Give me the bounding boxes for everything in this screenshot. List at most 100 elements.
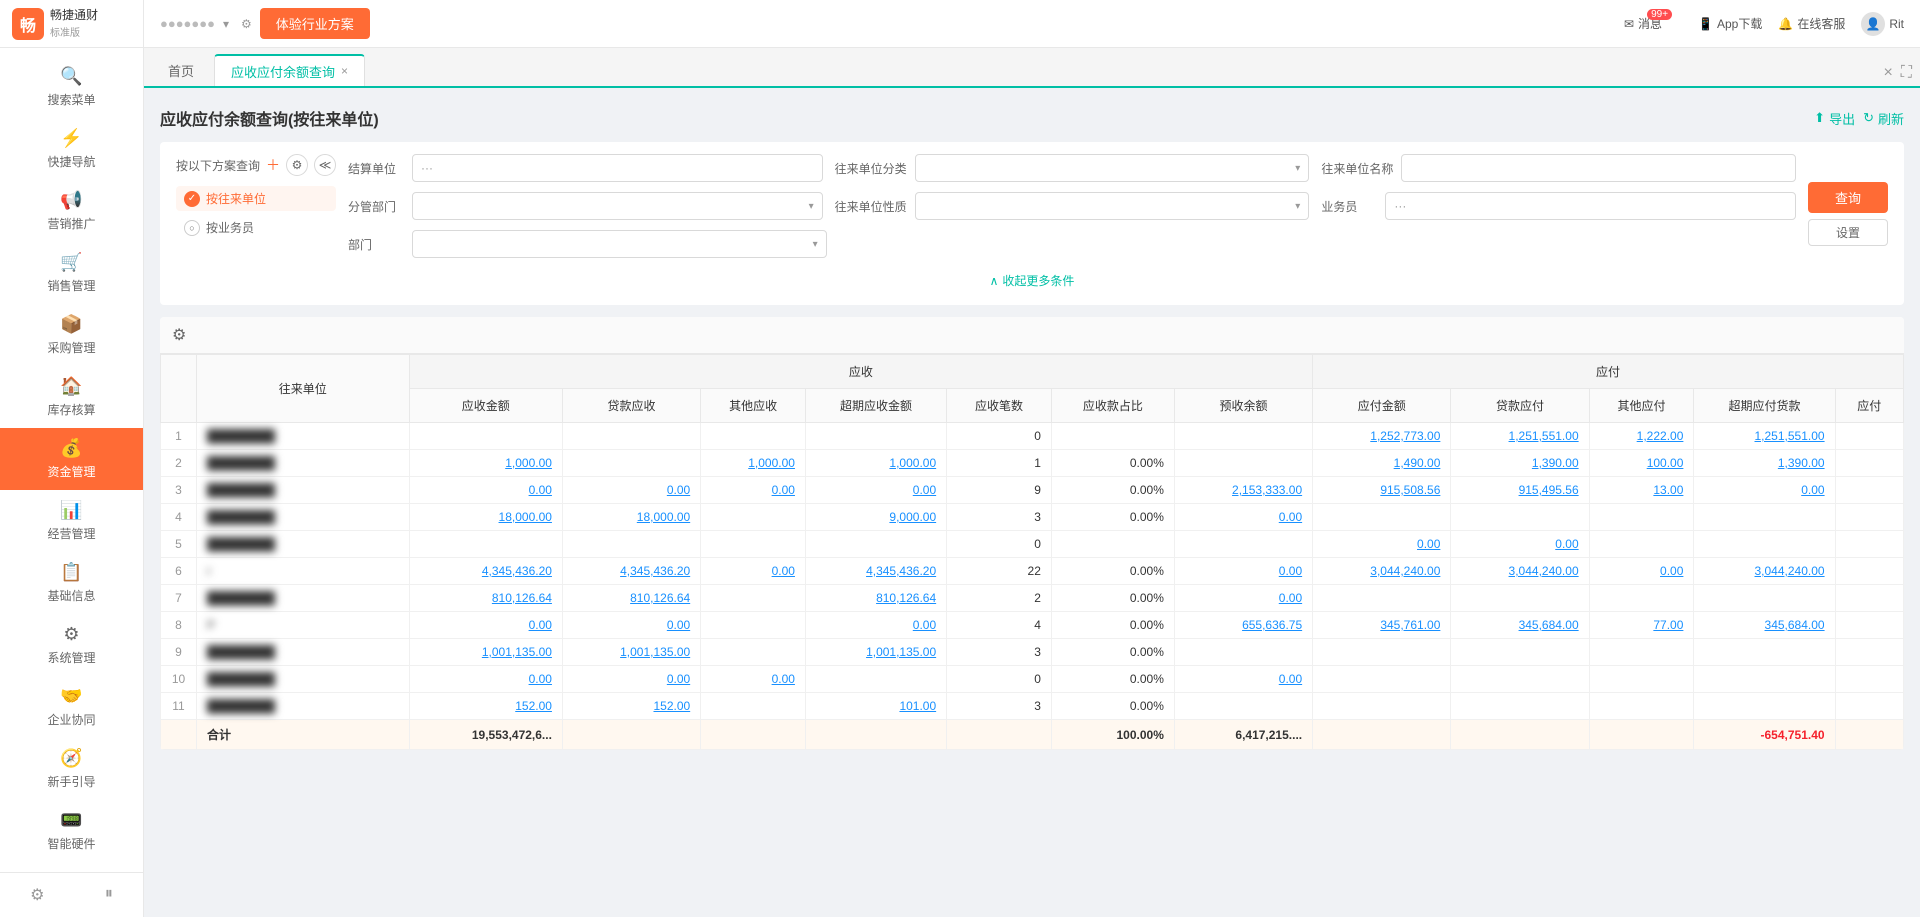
app-download-button[interactable]: 📱 App下载 (1698, 15, 1762, 32)
sidebar-item-system[interactable]: ⚙ 系统管理 (0, 614, 143, 676)
message-icon: ✉ (1624, 17, 1634, 31)
cell-yf_last (1835, 477, 1903, 504)
filter-tab-chevron-icon[interactable]: ≪ (314, 154, 336, 176)
dropdown-icon[interactable]: ▾ (223, 17, 229, 31)
unit-category-input[interactable]: ▾ (915, 154, 1310, 182)
cell-qt_yf: 1,222.00 (1589, 423, 1694, 450)
search-icon: 🔍 (60, 66, 82, 87)
table-row: 10████████0.000.000.0000.00%0.00 (161, 666, 1904, 693)
table-settings-icon[interactable]: ⚙ (172, 325, 186, 345)
cell-row-num: 3 (161, 477, 197, 504)
cell-dk_yf: 1,390.00 (1451, 450, 1589, 477)
enterprise-icon: 🤝 (60, 686, 82, 707)
th-ys-zb: 应收款占比 (1051, 389, 1174, 423)
unit-nature-input[interactable]: ▾ (915, 192, 1310, 220)
operations-icon: 📊 (60, 500, 82, 521)
salesperson-input[interactable] (1385, 192, 1796, 220)
set-button[interactable]: 设置 (1808, 219, 1888, 246)
cell-cq_yf (1694, 666, 1835, 693)
unit-nature-label: 往来单位性质 (835, 198, 907, 215)
sidebar-item-hardware[interactable]: 📟 智能硬件 (0, 800, 143, 862)
cell-yf_last (1835, 585, 1903, 612)
collapse-button[interactable]: ∧ 收起更多条件 (176, 268, 1888, 293)
sidebar-menu: 🔍 搜索菜单 ⚡ 快捷导航 📢 营销推广 🛒 销售管理 📦 采购管理 🏠 库存核… (0, 48, 143, 872)
cell-yf_je: 1,490.00 (1313, 450, 1451, 477)
sidebar-item-sales[interactable]: 🛒 销售管理 (0, 242, 143, 304)
sidebar-item-quicknav[interactable]: ⚡ 快捷导航 (0, 118, 143, 180)
add-filter-icon[interactable]: ＋ (266, 155, 280, 175)
cell-cq_yf (1694, 531, 1835, 558)
cell-qt_yf: 77.00 (1589, 612, 1694, 639)
unit-name-input[interactable] (1401, 154, 1796, 182)
footer-cq (805, 720, 946, 750)
page-header: 应收应付余额查询(按往来单位) ⬆ 导出 ↻ 刷新 (160, 106, 1904, 130)
table-wrapper[interactable]: 往来单位 应收 应付 应收金额 贷款应收 其他应收 超期应收金额 应收笔数 应收… (160, 354, 1904, 750)
cell-cq_yf (1694, 504, 1835, 531)
unit-name-label: 往来单位名称 (1321, 160, 1393, 177)
footer-qt (701, 720, 806, 750)
settings-bottom-icon[interactable]: ⚙ (30, 885, 44, 905)
cell-row-num: 11 (161, 693, 197, 720)
sidebar-item-basic[interactable]: 📋 基础信息 (0, 552, 143, 614)
header-actions: ⬆ 导出 ↻ 刷新 (1814, 109, 1904, 128)
cell-cq_ys: 4,345,436.20 (805, 558, 946, 585)
filter-tab-settings-icon[interactable]: ⚙ (286, 154, 308, 176)
cell-dk_yf (1451, 639, 1589, 666)
guide-icon: 🧭 (60, 748, 82, 769)
sidebar-label-guide: 新手引导 (47, 773, 95, 790)
cell-ysy_ye (1174, 423, 1312, 450)
export-button[interactable]: ⬆ 导出 (1814, 109, 1855, 128)
cell-yf_je: 3,044,240.00 (1313, 558, 1451, 585)
sidebar-item-inventory[interactable]: 🏠 库存核算 (0, 366, 143, 428)
cell-ysk_je: 4,345,436.20 (409, 558, 562, 585)
settings-icon[interactable]: ⚙ (241, 17, 252, 31)
sidebar-item-marketing[interactable]: 📢 营销推广 (0, 180, 143, 242)
sidebar-item-guide[interactable]: 🧭 新手引导 (0, 738, 143, 800)
footer-qt-yf (1589, 720, 1694, 750)
sidebar-item-enterprise[interactable]: 🤝 企业协同 (0, 676, 143, 738)
cell-ysk_je: 0.00 (409, 666, 562, 693)
table-row: 9████████1,001,135.001,001,135.001,001,1… (161, 639, 1904, 666)
filter-option-by-partner[interactable]: ✓ 按往来单位 (176, 186, 336, 211)
dept-input[interactable]: ▾ (412, 230, 827, 258)
trial-button[interactable]: 体验行业方案 (260, 8, 370, 39)
cell-dk_ys: 152.00 (562, 693, 700, 720)
tab-receivable-label: 应收应付余额查询 (231, 62, 335, 81)
fenge-dept-input[interactable]: ▾ (412, 192, 823, 220)
cell-ysy_ye: 2,153,333.00 (1174, 477, 1312, 504)
cell-yf_last (1835, 450, 1903, 477)
tab-fullscreen-icon[interactable]: ⛶ (1901, 64, 1912, 82)
table-row: 2████████1,000.001,000.001,000.0010.00%1… (161, 450, 1904, 477)
capital-icon: 💰 (60, 438, 82, 459)
sidebar-item-wechat[interactable]: 💬 企业微信 (0, 862, 143, 872)
cell-dk_ys: 0.00 (562, 477, 700, 504)
sidebar-item-capital[interactable]: 💰 资金管理 (0, 428, 143, 490)
user-button[interactable]: 👤 Rit (1861, 12, 1904, 36)
tab-close-all-icon[interactable]: × (1883, 64, 1892, 82)
cell-ys_bs: 4 (947, 612, 1052, 639)
cell-qt_yf (1589, 504, 1694, 531)
sidebar-item-search[interactable]: 🔍 搜索菜单 (0, 56, 143, 118)
table-toolbar: ⚙ (160, 317, 1904, 354)
cell-yf_last (1835, 504, 1903, 531)
table-row: 1████████01,252,773.001,251,551.001,222.… (161, 423, 1904, 450)
chevron-down-icon-4: ▾ (813, 239, 818, 250)
cell-dk_yf: 3,044,240.00 (1451, 558, 1589, 585)
sidebar-item-purchase[interactable]: 📦 采购管理 (0, 304, 143, 366)
filter-fields: 结算单位 往来单位分类 ▾ 往来单位名称 (348, 154, 1796, 268)
collapse-sidebar-icon[interactable]: ⏸ (105, 885, 113, 905)
refresh-button[interactable]: ↻ 刷新 (1863, 109, 1904, 128)
jiesuan-unit-input[interactable] (412, 154, 823, 182)
tab-home[interactable]: 首页 (152, 54, 210, 86)
query-button[interactable]: 查询 (1808, 182, 1888, 213)
cell-ys_bs: 0 (947, 666, 1052, 693)
cell-ysy_ye (1174, 639, 1312, 666)
tab-close-icon[interactable]: × (341, 64, 348, 78)
online-service-button[interactable]: 🔔 在线客服 (1778, 15, 1845, 32)
filter-option-by-salesperson[interactable]: ○ 按业务员 (176, 215, 336, 240)
sidebar-item-operations[interactable]: 📊 经营管理 (0, 490, 143, 552)
cell-yf_je (1313, 585, 1451, 612)
th-qt-yf: 其他应付 (1589, 389, 1694, 423)
message-button[interactable]: ✉ 消息 99+ (1624, 15, 1662, 32)
tab-receivable-query[interactable]: 应收应付余额查询 × (214, 54, 365, 86)
